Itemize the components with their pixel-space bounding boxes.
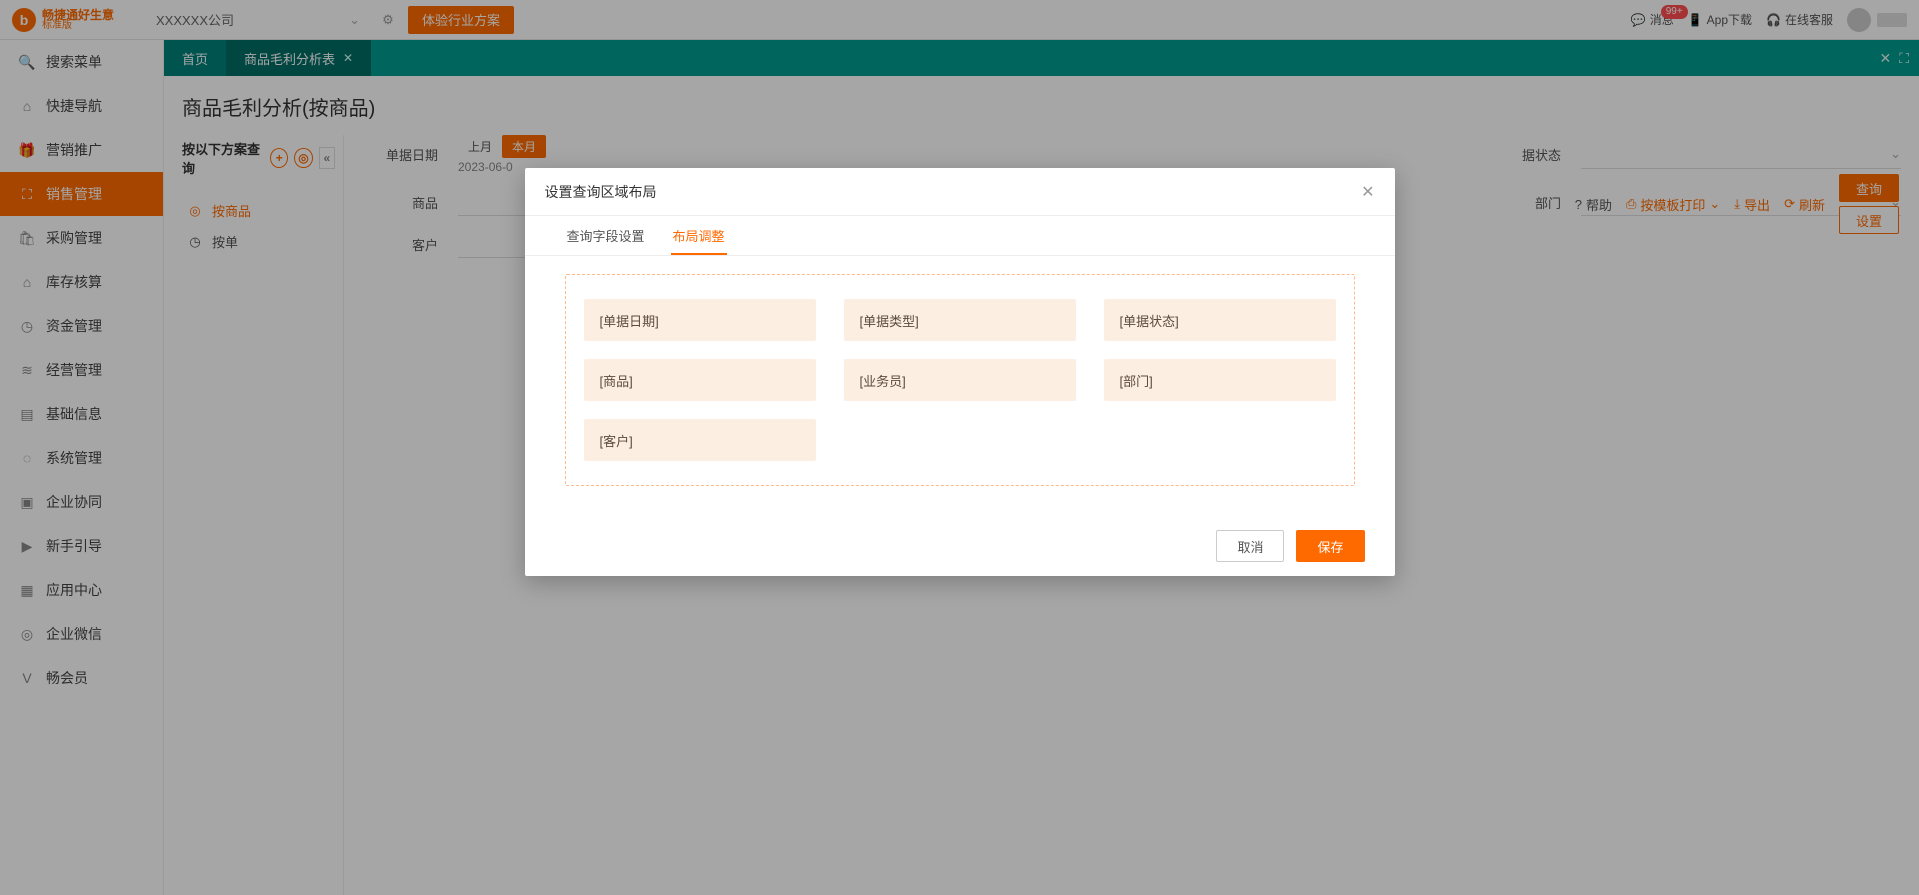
chip-status[interactable]: [单据状态]: [1104, 299, 1336, 341]
chip-department[interactable]: [部门]: [1104, 359, 1336, 401]
modal-tabs: 查询字段设置 布局调整: [525, 216, 1395, 256]
modal-close-button[interactable]: ✕: [1361, 182, 1374, 202]
chip-salesman[interactable]: [业务员]: [844, 359, 1076, 401]
layout-drop-zone[interactable]: [单据日期] [单据类型] [单据状态] [商品] [业务员] [部门] [客户…: [565, 274, 1355, 486]
modal-title: 设置查询区域布局: [545, 182, 657, 202]
modal-tab-fields[interactable]: 查询字段设置: [565, 218, 647, 255]
chip-customer[interactable]: [客户]: [584, 419, 816, 461]
modal-footer: 取消 保存: [525, 516, 1395, 576]
modal-body: [单据日期] [单据类型] [单据状态] [商品] [业务员] [部门] [客户…: [525, 256, 1395, 516]
layout-settings-modal: 设置查询区域布局 ✕ 查询字段设置 布局调整 [单据日期] [单据类型] [单据…: [525, 168, 1395, 576]
chip-date[interactable]: [单据日期]: [584, 299, 816, 341]
cancel-button[interactable]: 取消: [1216, 530, 1284, 562]
modal-overlay: 设置查询区域布局 ✕ 查询字段设置 布局调整 [单据日期] [单据类型] [单据…: [0, 0, 1919, 895]
modal-header: 设置查询区域布局 ✕: [525, 168, 1395, 216]
modal-tab-layout[interactable]: 布局调整: [671, 218, 727, 255]
chip-type[interactable]: [单据类型]: [844, 299, 1076, 341]
save-button[interactable]: 保存: [1296, 530, 1364, 562]
chip-product[interactable]: [商品]: [584, 359, 816, 401]
